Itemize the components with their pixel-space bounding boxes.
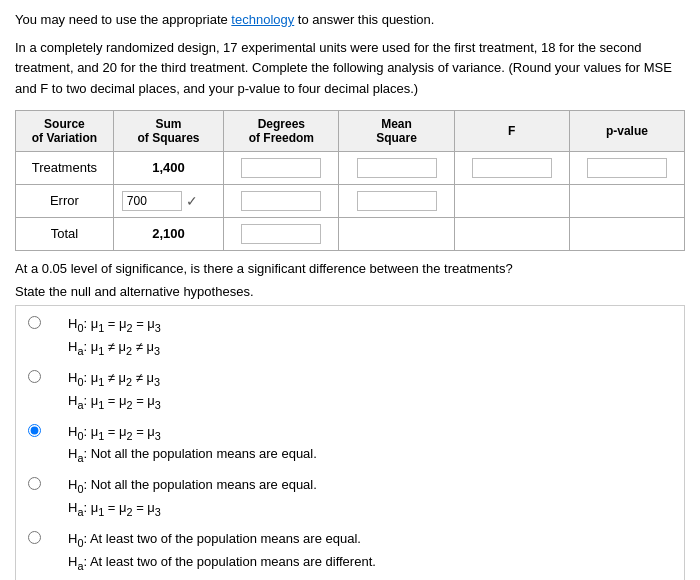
significance-question: At a 0.05 level of significance, is ther… (15, 261, 685, 276)
hyp-option-2: H0: μ1 ≠ μ2 ≠ μ3 Ha: μ1 = μ2 = μ3 (28, 368, 672, 414)
col-pval: p-value (569, 110, 684, 151)
hyp1-ha: Ha: μ1 ≠ μ2 ≠ μ3 (68, 337, 161, 360)
col-dof: Degreesof Freedom (224, 110, 339, 151)
dof-total-input[interactable] (241, 224, 321, 244)
sum-error-input[interactable] (122, 191, 182, 211)
sum-total: 2,100 (113, 217, 223, 250)
technology-link[interactable]: technology (231, 12, 294, 27)
hyp-option-3-label[interactable]: H0: μ1 = μ2 = μ3 Ha: Not all the populat… (28, 422, 672, 468)
hyp-radio-2[interactable] (28, 370, 41, 383)
hyp2-ha: Ha: μ1 = μ2 = μ3 (68, 391, 161, 414)
intro-after: to answer this question. (294, 12, 434, 27)
f-error-cell (454, 184, 569, 217)
hyp-option-5: H0: At least two of the population means… (28, 529, 672, 575)
sum-treatments: 1,400 (113, 151, 223, 184)
hyp-option-1: H0: μ1 = μ2 = μ3 Ha: μ1 ≠ μ2 ≠ μ3 (28, 314, 672, 360)
hyp3-ha: Ha: Not all the population means are equ… (68, 444, 317, 467)
f-total-cell (454, 217, 569, 250)
hyp-radio-1[interactable] (28, 316, 41, 329)
state-hypothesis-label: State the null and alternative hypothese… (15, 284, 685, 299)
hyp-option-5-label[interactable]: H0: At least two of the population means… (28, 529, 672, 575)
error-checkmark: ✓ (186, 193, 198, 209)
hypothesis-section: H0: μ1 = μ2 = μ3 Ha: μ1 ≠ μ2 ≠ μ3 H0: μ1… (15, 305, 685, 580)
dof-treatments-input[interactable] (241, 158, 321, 178)
anova-table: Sourceof Variation Sumof Squares Degrees… (15, 110, 685, 251)
col-f: F (454, 110, 569, 151)
hyp-radio-5[interactable] (28, 531, 41, 544)
f-treatments-cell (454, 151, 569, 184)
col-source: Sourceof Variation (16, 110, 114, 151)
table-row-treatments: Treatments 1,400 (16, 151, 685, 184)
dof-total-cell (224, 217, 339, 250)
hyp-option-2-label[interactable]: H0: μ1 ≠ μ2 ≠ μ3 Ha: μ1 = μ2 = μ3 (28, 368, 672, 414)
intro-before: You may need to use the appropriate (15, 12, 231, 27)
source-error: Error (16, 184, 114, 217)
dof-treatments-cell (224, 151, 339, 184)
mean-error-cell (339, 184, 454, 217)
col-sum: Sumof Squares (113, 110, 223, 151)
hyp-option-1-label[interactable]: H0: μ1 = μ2 = μ3 Ha: μ1 ≠ μ2 ≠ μ3 (28, 314, 672, 360)
table-row-error: Error ✓ (16, 184, 685, 217)
col-mean: MeanSquare (339, 110, 454, 151)
mean-error-input[interactable] (357, 191, 437, 211)
mean-total-cell (339, 217, 454, 250)
hyp5-ha: Ha: At least two of the population means… (68, 552, 376, 575)
hyp4-h0: H0: Not all the population means are equ… (68, 475, 317, 498)
hyp5-h0: H0: At least two of the population means… (68, 529, 376, 552)
pval-error-cell (569, 184, 684, 217)
mean-treatments-input[interactable] (357, 158, 437, 178)
dof-error-input[interactable] (241, 191, 321, 211)
pval-total-cell (569, 217, 684, 250)
sum-error-cell: ✓ (113, 184, 223, 217)
table-row-total: Total 2,100 (16, 217, 685, 250)
hyp-option-3: H0: μ1 = μ2 = μ3 Ha: Not all the populat… (28, 422, 672, 468)
f-treatments-input[interactable] (472, 158, 552, 178)
pval-treatments-cell (569, 151, 684, 184)
source-total: Total (16, 217, 114, 250)
source-treatments: Treatments (16, 151, 114, 184)
hyp4-ha: Ha: μ1 = μ2 = μ3 (68, 498, 317, 521)
hyp1-h0: H0: μ1 = μ2 = μ3 (68, 314, 161, 337)
pval-treatments-input[interactable] (587, 158, 667, 178)
dof-error-cell (224, 184, 339, 217)
hyp-radio-4[interactable] (28, 477, 41, 490)
mean-treatments-cell (339, 151, 454, 184)
hyp-option-4-label[interactable]: H0: Not all the population means are equ… (28, 475, 672, 521)
hyp-radio-3[interactable] (28, 424, 41, 437)
hyp2-h0: H0: μ1 ≠ μ2 ≠ μ3 (68, 368, 161, 391)
hyp3-h0: H0: μ1 = μ2 = μ3 (68, 422, 317, 445)
problem-text: In a completely randomized design, 17 ex… (15, 38, 685, 100)
hyp-option-4: H0: Not all the population means are equ… (28, 475, 672, 521)
intro-text: You may need to use the appropriate tech… (15, 10, 685, 30)
